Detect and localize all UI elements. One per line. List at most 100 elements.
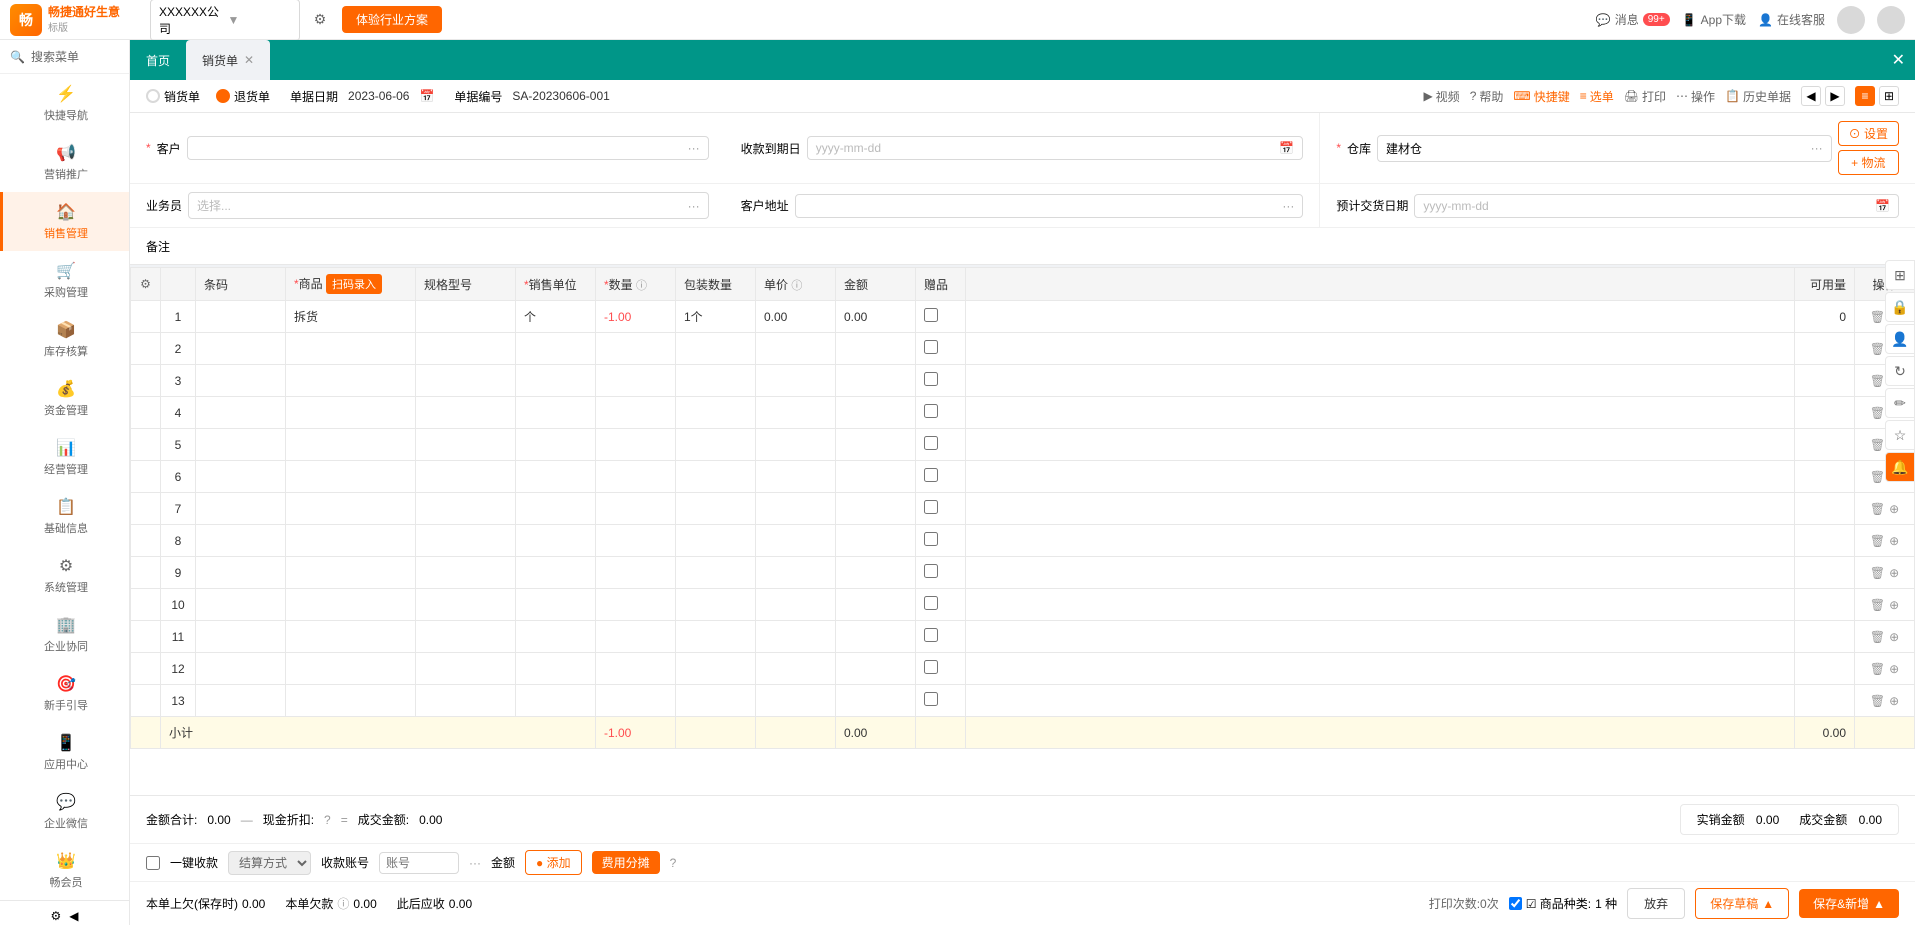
logistics-button[interactable]: + 物流	[1838, 150, 1899, 175]
expense-button[interactable]: 费用分摊	[592, 851, 660, 874]
row4-delete-icon[interactable]: 🗑	[1870, 406, 1885, 420]
shortcut-action[interactable]: ⌨ 快捷键	[1513, 88, 1569, 105]
row10-delete-icon[interactable]: 🗑	[1870, 598, 1885, 612]
col-settings[interactable]: ⚙	[131, 268, 161, 301]
settings-icon[interactable]: ⚙	[306, 6, 334, 34]
save-new-button[interactable]: 保存&新增 ▲	[1799, 889, 1899, 918]
sidebar-item-operations[interactable]: 📊 经营管理	[0, 428, 129, 487]
expected-date-input[interactable]: yyyy-mm-dd 📅	[1414, 194, 1899, 218]
table-wrapper[interactable]: ⚙ 条码 *goods商品 扫码录入 规格型号 *销售单位 *数量 ⓘ 包装数量	[130, 267, 1915, 795]
tab-sales-order[interactable]: 销货单 ✕	[186, 40, 270, 80]
help-action[interactable]: ? 帮助	[1470, 88, 1504, 105]
tab-home[interactable]: 首页	[130, 40, 186, 80]
row2-barcode[interactable]	[196, 333, 286, 365]
sidebar-search[interactable]: 🔍 搜索菜单	[0, 40, 129, 74]
payment-method-select[interactable]: 结算方式	[228, 851, 311, 875]
row13-copy-icon[interactable]: ⊕	[1889, 694, 1899, 708]
sidebar-collapse-icon[interactable]: ◀	[69, 909, 78, 923]
discount-help-icon[interactable]: ?	[324, 813, 331, 827]
row8-delete-icon[interactable]: 🗑	[1870, 534, 1885, 548]
row1-spec[interactable]	[416, 301, 516, 333]
payment-help-icon[interactable]: ?	[670, 856, 677, 870]
nav-prev[interactable]: ◀	[1801, 86, 1821, 106]
sidebar-item-guide[interactable]: 🎯 新手引导	[0, 664, 129, 723]
row1-price[interactable]: 0.00	[756, 301, 836, 333]
float-refresh-btn[interactable]: ↻	[1885, 356, 1915, 386]
sidebar-item-member[interactable]: 👑 畅会员	[0, 841, 129, 900]
row1-delete-icon[interactable]: 🗑	[1870, 310, 1885, 324]
sidebar-item-marketing[interactable]: 📢 营销推广	[0, 133, 129, 192]
settings-button[interactable]: ⊙ 设置	[1838, 121, 1899, 146]
float-notification-btn[interactable]: 🔔	[1885, 452, 1915, 482]
row12-delete-icon[interactable]: 🗑	[1870, 662, 1885, 676]
warehouse-input[interactable]: 建材仓 ···	[1377, 135, 1832, 162]
tab-close-all-icon[interactable]: ✕	[1892, 50, 1905, 70]
goods-type-checkbox[interactable]	[1509, 897, 1522, 910]
row8-copy-icon[interactable]: ⊕	[1889, 534, 1899, 548]
online-service-button[interactable]: 👤 在线客服	[1758, 11, 1825, 28]
sidebar-item-corp[interactable]: 🏢 企业协同	[0, 605, 129, 664]
customer-input[interactable]: ···	[187, 136, 709, 160]
row2-delete-icon[interactable]: 🗑	[1870, 342, 1885, 356]
grid-view-icon[interactable]: ⊞	[1879, 86, 1899, 106]
row9-delete-icon[interactable]: 🗑	[1870, 566, 1885, 580]
tab-close-icon[interactable]: ✕	[244, 53, 254, 67]
history-action[interactable]: 📋 历史单据	[1725, 88, 1791, 105]
one-click-payment-checkbox[interactable]	[146, 856, 160, 870]
row2-pkg-qty[interactable]	[676, 333, 756, 365]
row1-qty[interactable]: -1.00	[596, 301, 676, 333]
select-action[interactable]: ≡ 选单	[1580, 88, 1614, 105]
row1-gift[interactable]	[916, 301, 966, 333]
row2-goods[interactable]	[286, 333, 416, 365]
row10-copy-icon[interactable]: ⊕	[1889, 598, 1899, 612]
sidebar-item-sales[interactable]: 🏠 销售管理	[0, 192, 129, 251]
row11-copy-icon[interactable]: ⊕	[1889, 630, 1899, 644]
address-input[interactable]: ···	[795, 194, 1304, 218]
payment-account-dots[interactable]: ···	[469, 856, 481, 870]
sidebar-item-finance[interactable]: 💰 资金管理	[0, 369, 129, 428]
abandon-button[interactable]: 放弃	[1627, 888, 1685, 919]
row2-price[interactable]	[756, 333, 836, 365]
row13-delete-icon[interactable]: 🗑	[1870, 694, 1885, 708]
add-payment-button[interactable]: ● 添加	[525, 850, 582, 875]
sidebar-item-wechat[interactable]: 💬 企业微信	[0, 782, 129, 841]
row6-delete-icon[interactable]: 🗑	[1870, 470, 1885, 484]
float-edit-btn[interactable]: ✏	[1885, 388, 1915, 418]
notes-input-area[interactable]	[178, 234, 1899, 258]
payment-account-input[interactable]	[379, 852, 459, 874]
sidebar-item-purchase[interactable]: 🛒 采购管理	[0, 251, 129, 310]
sidebar-item-system[interactable]: ⚙ 系统管理	[0, 546, 129, 605]
float-user-btn[interactable]: 👤	[1885, 324, 1915, 354]
due-date-input[interactable]: yyyy-mm-dd 📅	[807, 136, 1304, 160]
row3-delete-icon[interactable]: 🗑	[1870, 374, 1885, 388]
row2-unit[interactable]	[516, 333, 596, 365]
row9-copy-icon[interactable]: ⊕	[1889, 566, 1899, 580]
video-action[interactable]: ▶ 视频	[1423, 88, 1459, 105]
list-view-icon[interactable]: ≡	[1855, 86, 1875, 106]
scan-button[interactable]: 扫码录入	[326, 274, 382, 294]
row7-copy-icon[interactable]: ⊕	[1889, 502, 1899, 516]
owe-info-icon[interactable]: ⓘ	[337, 895, 349, 912]
float-star-btn[interactable]: ☆	[1885, 420, 1915, 450]
print-action[interactable]: 🖨 打印	[1624, 88, 1666, 105]
float-expand-btn[interactable]: ⊞	[1885, 260, 1915, 290]
sidebar-settings-icon[interactable]: ⚙	[51, 909, 62, 923]
sidebar-item-inventory[interactable]: 📦 库存核算	[0, 310, 129, 369]
sidebar-item-base[interactable]: 📋 基础信息	[0, 487, 129, 546]
float-lock-btn[interactable]: 🔒	[1885, 292, 1915, 322]
sidebar-item-quick-nav[interactable]: ⚡ 快捷导航	[0, 74, 129, 133]
user-avatar[interactable]	[1837, 6, 1865, 34]
app-download-button[interactable]: 📱 App下载	[1682, 11, 1746, 28]
row7-delete-icon[interactable]: 🗑	[1870, 502, 1885, 516]
operations-action[interactable]: ⋯ 操作	[1676, 88, 1715, 105]
sales-order-radio[interactable]: 销货单	[146, 88, 200, 105]
row11-delete-icon[interactable]: 🗑	[1870, 630, 1885, 644]
user-avatar-2[interactable]	[1877, 6, 1905, 34]
return-order-radio[interactable]: 退货单	[216, 88, 270, 105]
message-button[interactable]: 💬 消息 99+	[1596, 11, 1670, 28]
company-selector[interactable]: XXXXXX公司 ▼	[150, 0, 300, 41]
trial-button[interactable]: 体验行业方案	[342, 6, 442, 33]
row2-spec[interactable]	[416, 333, 516, 365]
row2-qty[interactable]	[596, 333, 676, 365]
row2-gift[interactable]	[916, 333, 966, 365]
